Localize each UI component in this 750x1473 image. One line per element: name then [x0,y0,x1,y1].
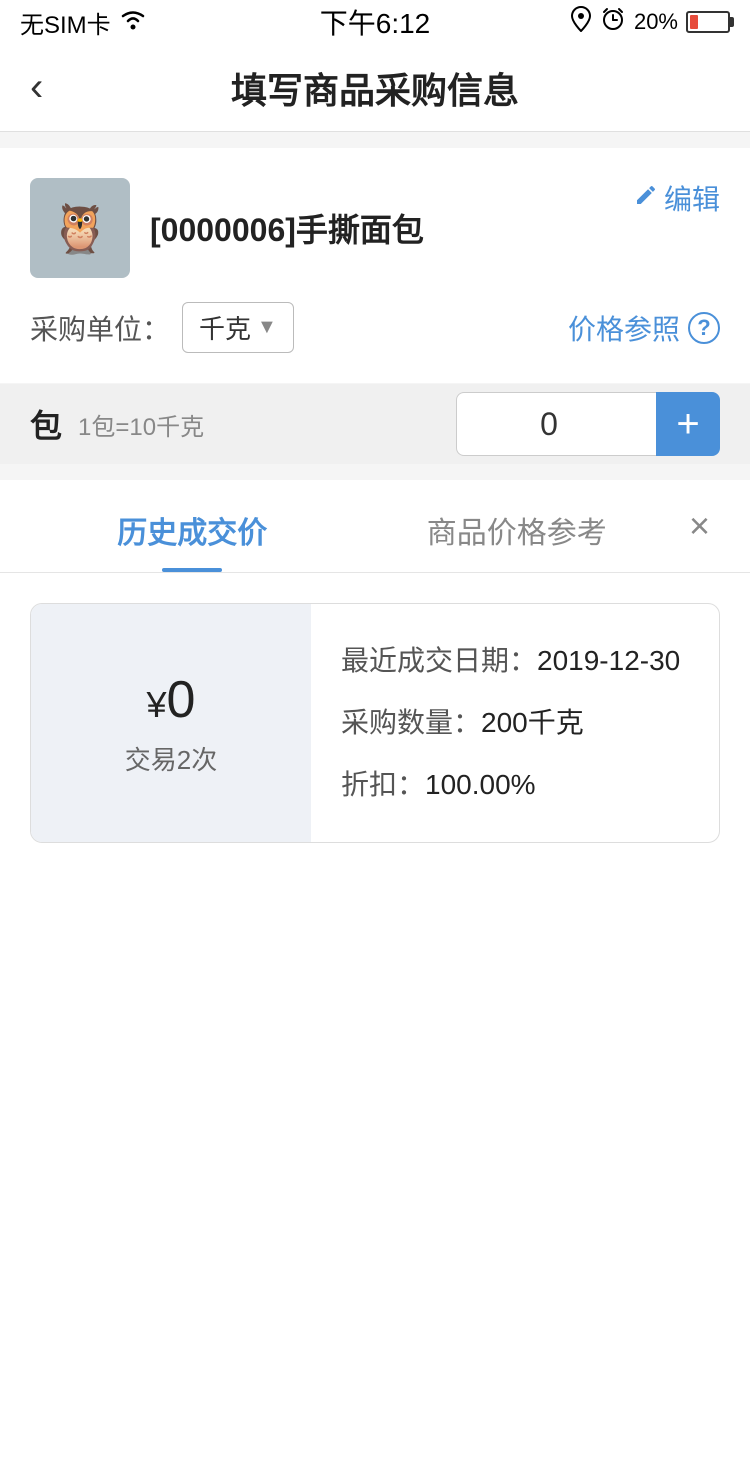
purchase-unit-left: 采购单位： 千克 ▼ [30,302,294,353]
currency-symbol: ¥ [147,684,167,725]
recent-date-value: 2019-12-30 [537,645,680,676]
product-thumbnail: 🦉 [30,178,130,278]
history-price-left: ¥0 交易2次 [31,604,311,842]
product-header: 🦉 [0000006]手撕面包 编辑 [30,178,720,278]
tab-content: ¥0 交易2次 最近成交日期：2019-12-30 采购数量：200千克 折扣：… [0,573,750,873]
recent-date-label: 最近成交日期： [341,645,537,676]
quantity-row: 包 1包=10千克 + [0,384,750,464]
quantity-input-group: + [456,392,720,456]
status-bar: 无SIM卡 下午6:12 20% [0,0,750,44]
help-icon: ? [688,312,720,344]
tabs-section: 历史成交价 商品价格参考 × ¥0 交易2次 最近成交日期：2019-12-30… [0,480,750,873]
nav-bar: ‹ 填写商品采购信息 [0,44,750,132]
tab-history-label: 历史成交价 [117,517,267,550]
recent-date-row: 最近成交日期：2019-12-30 [341,640,689,682]
unit-badge: 包 [30,401,62,447]
product-name: [0000006]手撕面包 [150,205,424,251]
plus-button[interactable]: + [656,392,720,456]
purchase-qty-value: 200千克 [481,707,584,738]
unit-sub-label: 1包=10千克 [78,407,204,442]
battery-icon [686,11,730,33]
alarm-icon [600,6,626,38]
discount-row: 折扣：100.00% [341,764,689,806]
history-price-value: ¥0 [147,670,196,730]
status-time: 下午6:12 [320,2,431,42]
purchase-qty-row: 采购数量：200千克 [341,702,689,744]
price-ref-label: 价格参照 [568,308,680,348]
purchase-unit-row: 采购单位： 千克 ▼ 价格参照 ? [30,302,720,353]
purchase-qty-label: 采购数量： [341,707,481,738]
location-icon [570,6,592,38]
tabs-header: 历史成交价 商品价格参考 × [0,480,750,573]
history-details-right: 最近成交日期：2019-12-30 采购数量：200千克 折扣：100.00% [311,604,719,842]
quantity-label: 包 1包=10千克 [30,401,204,447]
discount-value: 100.00% [425,769,536,800]
tab-close-button[interactable]: × [679,495,720,557]
discount-label: 折扣： [341,769,425,800]
unit-value: 千克 [199,309,251,346]
product-left: 🦉 [0000006]手撕面包 [30,178,424,278]
tab-price-ref-label: 商品价格参考 [427,517,607,550]
purchase-unit-label: 采购单位： [30,308,170,348]
back-button[interactable]: ‹ [30,65,43,110]
tab-history-price[interactable]: 历史成交价 [30,480,354,572]
page-title: 填写商品采购信息 [231,62,519,114]
battery-text: 20% [634,9,678,35]
unit-select-dropdown[interactable]: 千克 ▼ [182,302,294,353]
product-card: 🦉 [0000006]手撕面包 编辑 采购单位： 千克 ▼ 价格参照 ? [0,148,750,383]
history-trade-count: 交易2次 [125,740,217,777]
status-right: 20% [570,6,730,38]
wifi-icon [119,8,147,37]
chevron-down-icon: ▼ [257,316,277,339]
quantity-input[interactable] [456,392,656,456]
price-number: 0 [167,671,196,729]
edit-icon [634,182,658,214]
price-reference-button[interactable]: 价格参照 ? [568,308,720,348]
edit-button[interactable]: 编辑 [634,178,720,218]
edit-label: 编辑 [664,178,720,218]
status-left: 无SIM卡 [20,5,147,40]
bottom-area [0,873,750,1473]
carrier-text: 无SIM卡 [20,5,111,40]
product-logo-icon: 🦉 [50,200,110,257]
tab-price-reference[interactable]: 商品价格参考 [354,480,678,572]
history-card: ¥0 交易2次 最近成交日期：2019-12-30 采购数量：200千克 折扣：… [30,603,720,843]
